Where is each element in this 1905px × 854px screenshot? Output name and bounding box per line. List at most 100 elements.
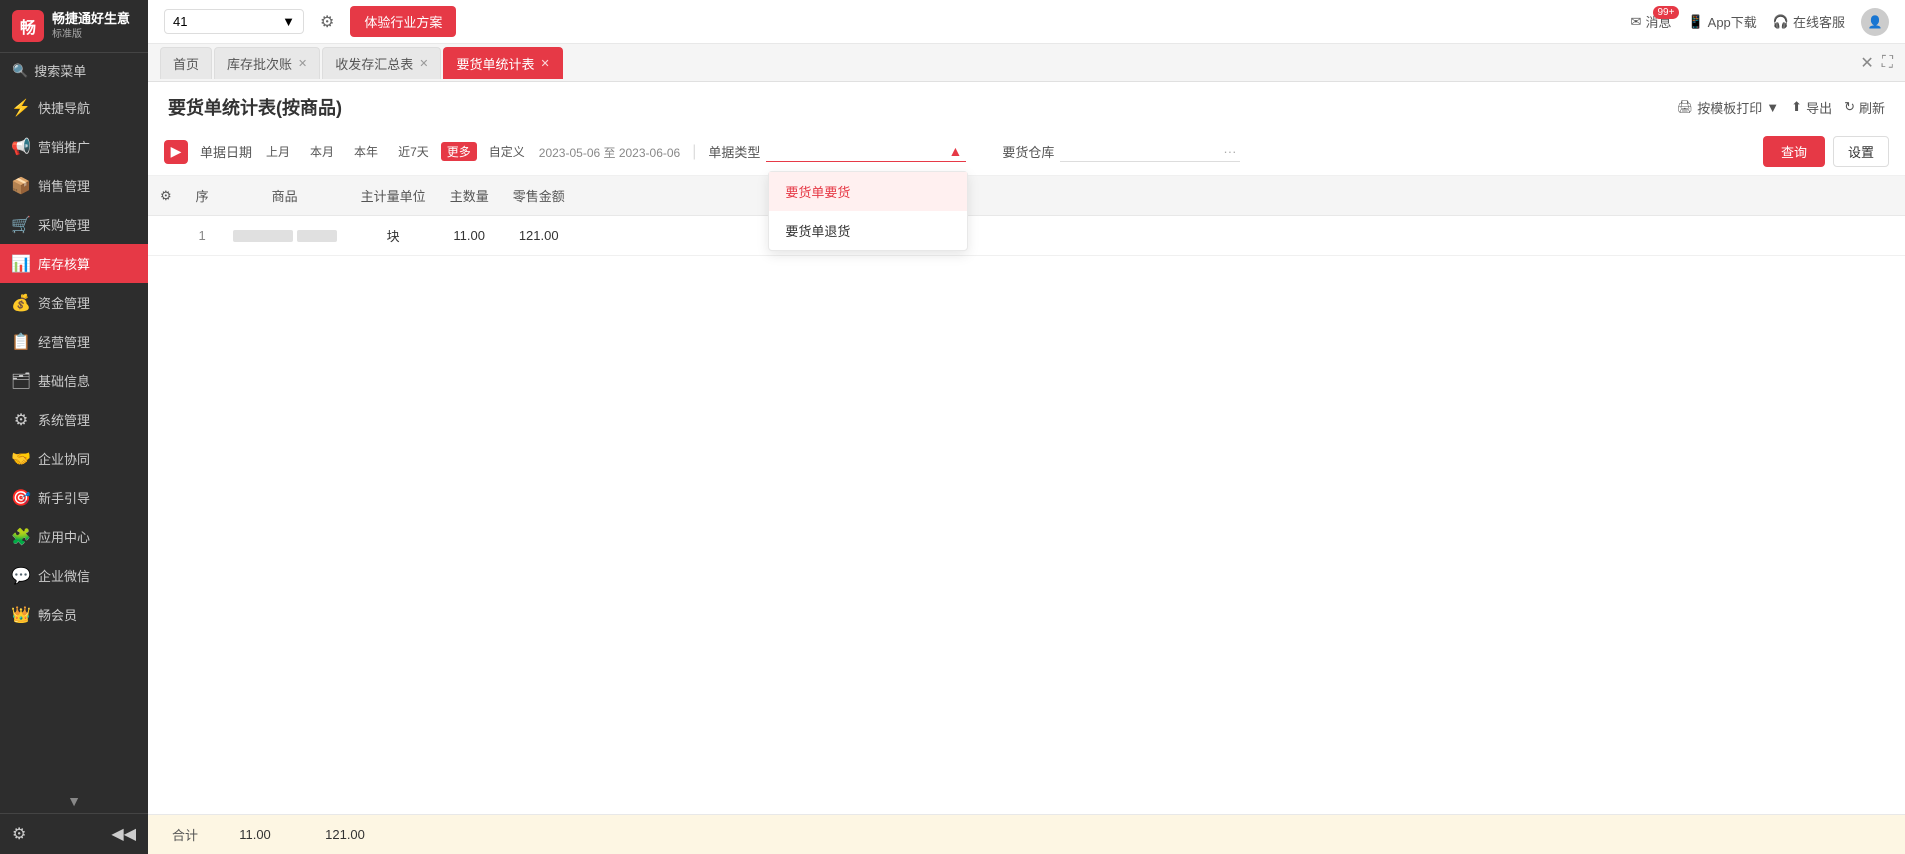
sidebar-item-xinshou[interactable]: 🎯 新手引导 [0,478,148,517]
sidebar-scroll-down[interactable]: ▼ [0,789,148,813]
settings-button[interactable]: 设置 [1833,136,1889,167]
refresh-btn[interactable]: ↻ 刷新 [1844,98,1885,117]
print-icon: 🖨 [1677,99,1694,115]
col-num-header: 序 [184,176,221,216]
sidebar-item-zijin[interactable]: 💰 资金管理 [0,283,148,322]
settings-footer-icon[interactable]: ⚙ [12,824,26,844]
col-product-header: 商品 [221,176,349,216]
type-chevron-up-icon[interactable]: ▲ [949,143,963,159]
footer-label: 合计 [160,825,210,844]
warehouse-filter-group: 要货仓库 ··· [1002,142,1240,162]
type-input[interactable] [770,144,948,159]
app-download-item[interactable]: 📱 App下载 [1687,12,1756,31]
warehouse-selector[interactable]: ··· [1060,142,1240,162]
sidebar-item-yingxiao[interactable]: 📢 营销推广 [0,127,148,166]
row-unit: 块 [349,216,438,256]
type-input-wrap[interactable]: ▲ [766,141,966,162]
sidebar-logo: 畅 畅捷通好生意 标准版 [0,0,148,53]
col-gear-header[interactable]: ⚙ [148,176,184,216]
date-filter-label: 单据日期 [200,142,252,161]
tab-expand-icon[interactable]: ⛶ [1882,54,1893,72]
filter-toggle-btn[interactable]: ▶ [164,140,188,164]
xiaoshou-icon: 📦 [12,177,30,195]
row-num: 1 [184,216,221,256]
sidebar-item-jichu[interactable]: 🗂 基础信息 [0,361,148,400]
sidebar-nav: ⚡ 快捷导航 📢 营销推广 📦 销售管理 🛒 采购管理 📊 库存核算 💰 资金管… [0,88,148,789]
dropdown-item-yaohuo-tui[interactable]: 要货单退货 [769,211,967,250]
user-avatar[interactable]: 👤 [1861,8,1889,36]
message-item[interactable]: ✉ 消息 99+ [1631,12,1672,31]
sidebar-footer: ⚙ ◀◀ [0,813,148,854]
header-right: ✉ 消息 99+ 📱 App下载 🎧 在线客服 👤 [1631,8,1889,36]
date-preset-btns: 上月 本月 本年 近7天 更多 自定义 [258,141,533,162]
logo-text: 畅捷通好生意 标准版 [52,11,130,41]
trial-industry-button[interactable]: 体验行业方案 [350,6,456,37]
service-item[interactable]: 🎧 在线客服 [1773,12,1845,31]
date-this-year-btn[interactable]: 本年 [346,141,386,162]
yingxiao-icon: 📢 [12,138,30,156]
sidebar-item-qiye[interactable]: 🤝 企业协同 [0,439,148,478]
tab-close-kucun-batch[interactable]: ✕ [298,57,307,70]
type-filter-label: 单据类型 [708,142,760,161]
sidebar-item-xiaoshou[interactable]: 📦 销售管理 [0,166,148,205]
data-table: ⚙ 序 商品 主计量单位 主数量 零售金额 1 [148,176,1905,256]
filter-bar: ▶ 单据日期 上月 本月 本年 近7天 更多 自定义 2023-05-06 至 … [148,128,1905,176]
tab-shoufayuhui[interactable]: 收发存汇总表 ✕ [322,47,441,79]
table-row: 1 块 11.00 121.00 [148,216,1905,256]
sidebar-item-caigou[interactable]: 🛒 采购管理 [0,205,148,244]
date-filter-group: 单据日期 上月 本月 本年 近7天 更多 自定义 2023-05-06 至 20… [200,141,680,162]
caigou-icon: 🛒 [12,216,30,234]
zijin-icon: 💰 [12,294,30,312]
tab-yaohuo-stat[interactable]: 要货单统计表 ✕ [443,47,562,79]
row-qty: 11.00 [438,216,501,256]
type-filter-wrap: 单据类型 ▲ 要货单要货 要货单退货 [708,141,966,162]
sidebar-search[interactable]: 🔍 搜索菜单 [0,53,148,88]
print-chevron-icon: ▼ [1766,100,1779,115]
sidebar: 畅 畅捷通好生意 标准版 🔍 搜索菜单 ⚡ 快捷导航 📢 营销推广 📦 销售管理… [0,0,148,854]
type-filter-group: 单据类型 ▲ [708,141,966,162]
collapse-sidebar-icon[interactable]: ◀◀ [111,824,136,844]
tab-close-all-icon[interactable]: ✕ [1860,53,1873,73]
warehouse-more-icon: ··· [1223,144,1236,159]
tab-home[interactable]: 首页 [160,47,212,79]
tab-kucun-batch[interactable]: 库存批次账 ✕ [214,47,320,79]
store-selector[interactable]: 41 ▼ [164,9,304,34]
dropdown-item-yaohuo-dan[interactable]: 要货单要货 [769,172,967,211]
header-settings-icon[interactable]: ⚙ [320,12,334,32]
date-this-month-btn[interactable]: 本月 [302,141,342,162]
query-button[interactable]: 查询 [1763,136,1825,167]
type-dropdown: 要货单要货 要货单退货 [768,171,968,251]
col-unit-header: 主计量单位 [349,176,438,216]
tab-close-shoufayuhui[interactable]: ✕ [419,57,428,70]
export-btn[interactable]: ⬆ 导出 [1791,98,1832,117]
date-last-7-days-btn[interactable]: 近7天 [390,141,437,162]
page-actions: 🖨 按模板打印 ▼ ⬆ 导出 ↻ 刷新 [1677,98,1885,117]
col-qty-header: 主数量 [438,176,501,216]
sidebar-item-jingying[interactable]: 📋 经营管理 [0,322,148,361]
date-last-month-btn[interactable]: 上月 [258,141,298,162]
page-title: 要货单统计表(按商品) [168,94,342,120]
sidebar-item-xitong[interactable]: ⚙ 系统管理 [0,400,148,439]
row-amount: 121.00 [501,216,577,256]
date-more-btn[interactable]: 更多 [441,142,477,161]
date-range-display: 2023-05-06 至 2023-06-06 [539,144,680,161]
sidebar-item-yingyong[interactable]: 🧩 应用中心 [0,517,148,556]
sidebar-item-huiyuan[interactable]: 👑 畅会员 [0,595,148,634]
avatar-text: 👤 [1868,15,1883,29]
sidebar-item-weixin[interactable]: 💬 企业微信 [0,556,148,595]
yingyong-icon: 🧩 [12,528,30,546]
search-icon: 🔍 [12,63,28,79]
col-amount-header: 零售金额 [501,176,577,216]
main-area: 41 ▼ ⚙ 体验行业方案 ✉ 消息 99+ 📱 App下载 🎧 在线客服 👤 [148,0,1905,854]
print-template-btn[interactable]: 🖨 按模板打印 ▼ [1677,98,1779,117]
content-area: 要货单统计表(按商品) 🖨 按模板打印 ▼ ⬆ 导出 ↻ 刷新 ▶ [148,82,1905,854]
date-custom-btn[interactable]: 自定义 [481,141,533,162]
footer-amount: 121.00 [300,827,390,842]
sidebar-item-kucun[interactable]: 📊 库存核算 [0,244,148,283]
tab-close-yaohuo-stat[interactable]: ✕ [541,57,550,70]
product-image-placeholder [233,230,293,242]
warehouse-filter-label: 要货仓库 [1002,142,1054,161]
sidebar-item-kuaijie[interactable]: ⚡ 快捷导航 [0,88,148,127]
logo-icon: 畅 [12,10,44,42]
store-dropdown-icon: ▼ [282,14,295,29]
